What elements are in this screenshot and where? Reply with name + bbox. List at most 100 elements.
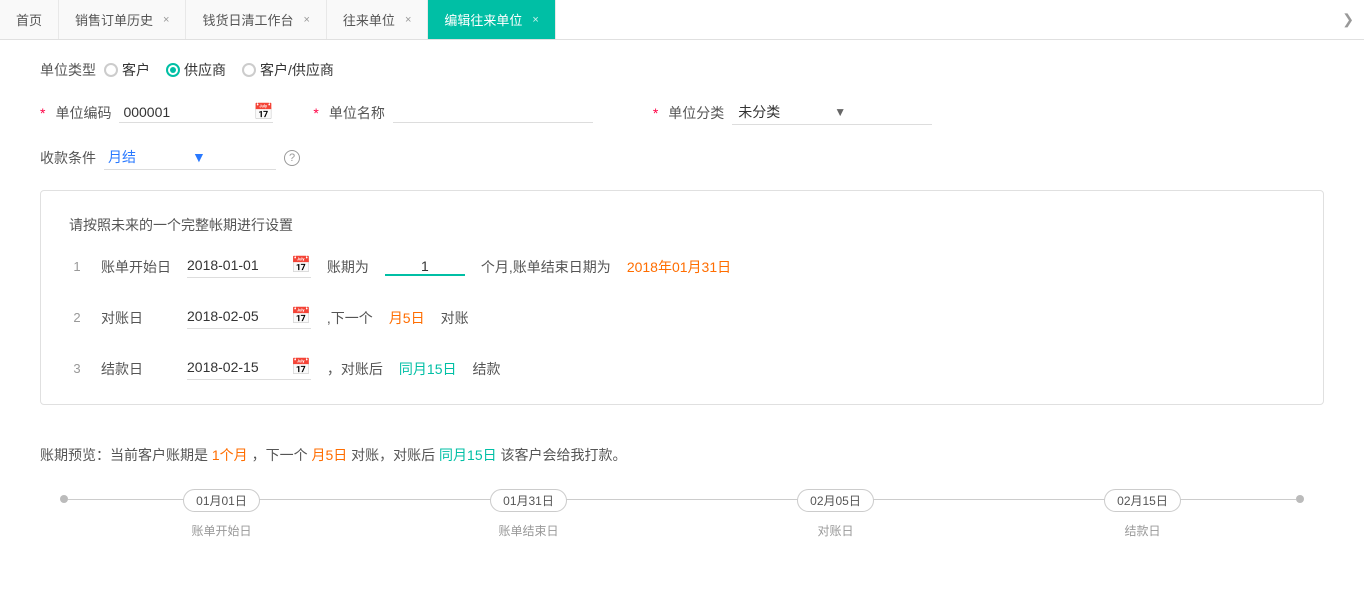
node-label-3: 对账日 bbox=[817, 522, 853, 539]
tab-daily-work-close[interactable]: × bbox=[303, 14, 309, 26]
main-content: 单位类型 客户 供应商 客户/供应商 * 单位编码 bbox=[0, 40, 1364, 608]
radio-customer-circle bbox=[104, 63, 118, 77]
node-label-4: 结款日 bbox=[1124, 522, 1160, 539]
row-label-1: 账单开始日 bbox=[101, 257, 171, 277]
timeline-node-2: 01月31日 账单结束日 bbox=[490, 489, 567, 539]
setting-row-1: 1 账单开始日 📅 账期为 个月,账单结束日期为 2018年01月31日 bbox=[69, 255, 1295, 278]
payment-condition-help-icon[interactable]: ? bbox=[284, 150, 300, 166]
reconcile-date-calendar-icon[interactable]: 📅 bbox=[291, 306, 311, 326]
tab-sales-history-close[interactable]: × bbox=[163, 14, 169, 26]
radio-supplier[interactable]: 供应商 bbox=[166, 60, 226, 80]
unit-code-icon[interactable]: 📅 bbox=[253, 102, 273, 122]
unit-code-required: * bbox=[40, 105, 45, 121]
reconcile-highlight: 月5日 bbox=[389, 308, 425, 328]
timeline-end-dot bbox=[1296, 495, 1304, 503]
unit-category-group: * 单位分类 未分类 ▼ bbox=[653, 100, 932, 125]
start-date-calendar-icon[interactable]: 📅 bbox=[291, 255, 311, 275]
timeline-node-1: 01月01日 账单开始日 bbox=[183, 489, 260, 539]
tab-edit-contact-close[interactable]: × bbox=[532, 14, 538, 26]
tabs-arrow[interactable]: ❯ bbox=[1332, 0, 1364, 39]
tab-daily-work-label: 钱货日清工作台 bbox=[202, 10, 293, 29]
radio-both-circle bbox=[242, 63, 256, 77]
unit-code-group: * 单位编码 📅 bbox=[40, 102, 273, 123]
preview-section: 账期预览：当前客户账期是 1个月 ，下一个 月5日 对账，对账后 同月15日 该… bbox=[40, 425, 1324, 559]
reconcile-date-input[interactable] bbox=[187, 308, 287, 324]
payment-date-wrap: 📅 bbox=[187, 357, 311, 380]
row-label-3: 结款日 bbox=[101, 359, 171, 379]
node-badge-1: 01月01日 bbox=[183, 489, 260, 512]
node-badge-2: 01月31日 bbox=[490, 489, 567, 512]
settings-title: 请按照未来的一个完整帐期进行设置 bbox=[69, 215, 1295, 235]
tab-home-label: 首页 bbox=[16, 10, 42, 29]
category-arrow-icon: ▼ bbox=[834, 105, 926, 119]
settings-card: 请按照未来的一个完整帐期进行设置 1 账单开始日 📅 账期为 个月,账单结束日期… bbox=[40, 190, 1324, 405]
timeline-nodes: 01月01日 账单开始日 01月31日 账单结束日 02月05日 对账日 02月… bbox=[68, 489, 1296, 539]
unit-info-row: * 单位编码 📅 * 单位名称 河南供应商22 * 单位分类 未分类 ▼ bbox=[40, 100, 1324, 125]
tabs-bar: 首页 销售订单历史 × 钱货日清工作台 × 往来单位 × 编辑往来单位 × ❯ bbox=[0, 0, 1364, 40]
row-num-3: 3 bbox=[69, 361, 85, 376]
tab-sales-history[interactable]: 销售订单历史 × bbox=[59, 0, 186, 39]
payment-condition-label: 收款条件 bbox=[40, 148, 96, 168]
node-badge-3: 02月05日 bbox=[797, 489, 874, 512]
reconcile-desc-prefix: ,下一个 bbox=[327, 308, 373, 328]
unit-category-required: * bbox=[653, 105, 658, 121]
tab-sales-history-label: 销售订单历史 bbox=[75, 10, 153, 29]
preview-label: 账期预览：当前客户账期是 bbox=[40, 447, 208, 463]
preview-text: 账期预览：当前客户账期是 1个月 ，下一个 月5日 对账，对账后 同月15日 该… bbox=[40, 445, 1324, 465]
unit-code-label: 单位编码 bbox=[55, 103, 111, 123]
preview-payment: 同月15日 bbox=[439, 447, 497, 463]
radio-both[interactable]: 客户/供应商 bbox=[242, 60, 334, 80]
radio-both-label: 客户/供应商 bbox=[260, 60, 334, 80]
payment-highlight: 同月15日 bbox=[399, 359, 457, 379]
setting-row-2: 2 对账日 📅 ,下一个 月5日 对账 bbox=[69, 306, 1295, 329]
timeline-start-dot bbox=[60, 495, 68, 503]
radio-customer-label: 客户 bbox=[122, 60, 150, 80]
preview-text4: 该客户会给我打款。 bbox=[501, 447, 627, 463]
tab-contacts[interactable]: 往来单位 × bbox=[327, 0, 428, 39]
payment-desc-prefix: ，对账后 bbox=[327, 359, 383, 379]
tab-edit-contact[interactable]: 编辑往来单位 × bbox=[428, 0, 555, 39]
unit-category-select[interactable]: 未分类 ▼ bbox=[732, 100, 932, 125]
preview-text3: 对账，对账后 bbox=[351, 447, 435, 463]
unit-name-label: 单位名称 bbox=[329, 103, 385, 123]
node-label-1: 账单开始日 bbox=[191, 522, 251, 539]
radio-supplier-circle bbox=[166, 63, 180, 77]
payment-condition-row: 收款条件 月结 ▼ ? bbox=[40, 145, 1324, 170]
payment-date-calendar-icon[interactable]: 📅 bbox=[291, 357, 311, 377]
unit-category-label: 单位分类 bbox=[668, 103, 724, 123]
unit-type-row: 单位类型 客户 供应商 客户/供应商 bbox=[40, 60, 1324, 80]
period-end-date: 2018年01月31日 bbox=[627, 257, 731, 277]
tab-daily-work[interactable]: 钱货日清工作台 × bbox=[186, 0, 326, 39]
unit-type-group: 单位类型 客户 供应商 客户/供应商 bbox=[40, 60, 334, 80]
node-label-2: 账单结束日 bbox=[498, 522, 558, 539]
preview-text2: ，下一个 bbox=[252, 447, 308, 463]
row-num-1: 1 bbox=[69, 259, 85, 274]
radio-customer[interactable]: 客户 bbox=[104, 60, 150, 80]
unit-code-input[interactable] bbox=[119, 102, 249, 122]
tab-edit-contact-label: 编辑往来单位 bbox=[444, 10, 522, 29]
timeline: 01月01日 账单开始日 01月31日 账单结束日 02月05日 对账日 02月… bbox=[40, 489, 1324, 539]
period-desc-suffix: 个月,账单结束日期为 bbox=[481, 257, 611, 277]
unit-name-input[interactable]: 河南供应商22 bbox=[393, 102, 593, 123]
unit-type-label: 单位类型 bbox=[40, 60, 96, 80]
node-badge-4: 02月15日 bbox=[1104, 489, 1181, 512]
period-desc-prefix: 账期为 bbox=[327, 257, 369, 277]
radio-group: 客户 供应商 客户/供应商 bbox=[104, 60, 334, 80]
unit-code-input-wrap: 📅 bbox=[119, 102, 273, 123]
radio-supplier-label: 供应商 bbox=[184, 60, 226, 80]
reconcile-desc-suffix: 对账 bbox=[441, 308, 469, 328]
tab-home[interactable]: 首页 bbox=[0, 0, 59, 39]
period-input[interactable] bbox=[385, 258, 465, 276]
tab-contacts-close[interactable]: × bbox=[405, 14, 411, 26]
payment-date-input[interactable] bbox=[187, 359, 287, 375]
start-date-input[interactable] bbox=[187, 257, 287, 273]
preview-reconcile: 月5日 bbox=[311, 447, 347, 463]
start-date-wrap: 📅 bbox=[187, 255, 311, 278]
timeline-node-3: 02月05日 对账日 bbox=[797, 489, 874, 539]
tab-contacts-label: 往来单位 bbox=[343, 10, 395, 29]
payment-desc-suffix: 结款 bbox=[473, 359, 501, 379]
payment-condition-select[interactable]: 月结 ▼ bbox=[104, 145, 276, 170]
unit-name-group: * 单位名称 河南供应商22 bbox=[313, 102, 592, 123]
payment-condition-value: 月结 bbox=[108, 147, 188, 167]
setting-row-3: 3 结款日 📅 ，对账后 同月15日 结款 bbox=[69, 357, 1295, 380]
